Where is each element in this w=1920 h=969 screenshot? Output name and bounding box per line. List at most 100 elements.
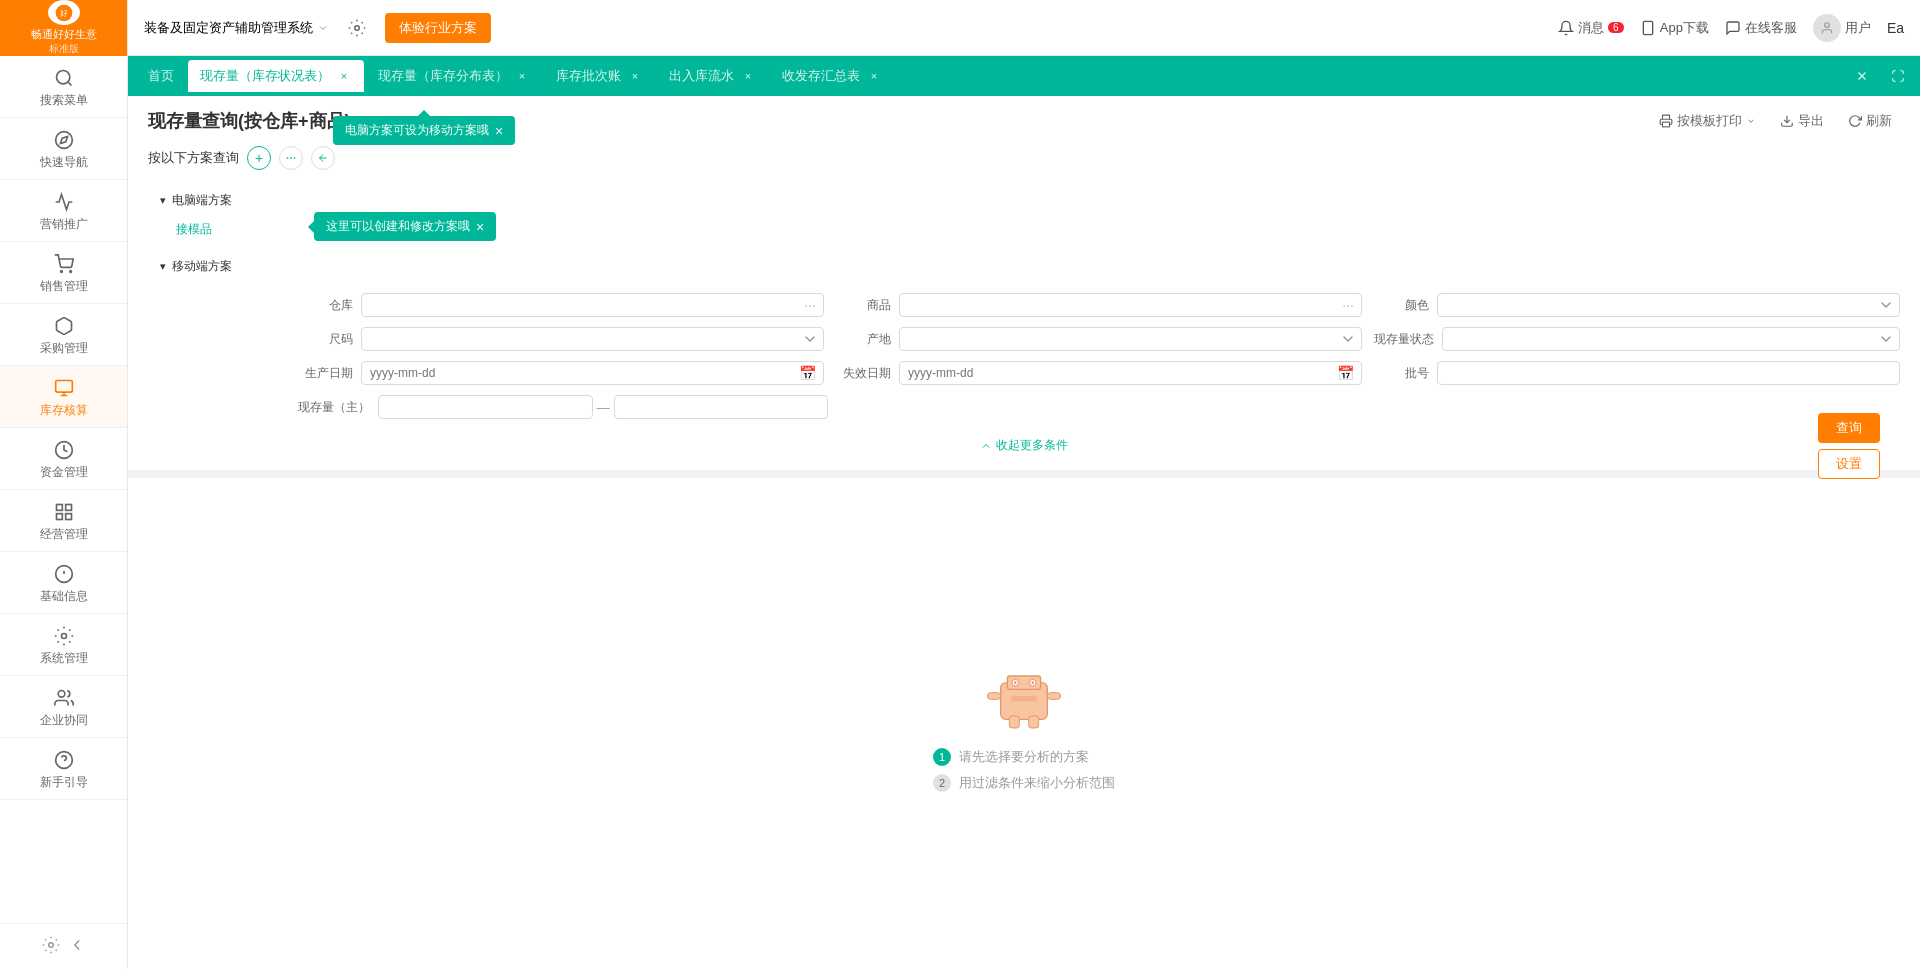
user-avatar	[1813, 14, 1841, 42]
stock-status-select[interactable]	[1442, 327, 1900, 351]
user-label: 用户	[1845, 19, 1871, 37]
svg-point-3	[55, 132, 72, 149]
scheme-back-btn[interactable]	[311, 146, 335, 170]
sidebar-bottom	[0, 923, 127, 969]
sidebar-item-sales[interactable]: 销售管理	[0, 242, 127, 304]
sidebar-item-purchase[interactable]: 采购管理	[0, 304, 127, 366]
sidebar-item-system-label: 系统管理	[40, 650, 88, 667]
search-btn[interactable]: 查询	[1818, 413, 1880, 443]
tab-inout-flow-close[interactable]: ×	[740, 68, 756, 84]
tab-inventory-distribution-close[interactable]: ×	[514, 68, 530, 84]
prod-date-start-cal-icon[interactable]: 📅	[799, 365, 816, 381]
export-label: 导出	[1798, 112, 1824, 130]
print-btn[interactable]: 按模板打印	[1651, 108, 1764, 134]
warehouse-dots-btn[interactable]: ···	[804, 297, 816, 313]
tab-inventory-status[interactable]: 现存量（库存状况表） ×	[188, 60, 364, 92]
filter-field-size: 尺码	[298, 327, 824, 351]
notification-btn[interactable]: 消息 6	[1558, 19, 1624, 37]
sidebar-item-finance[interactable]: 资金管理	[0, 428, 127, 490]
sidebar-item-quick-nav[interactable]: 快速导航	[0, 118, 127, 180]
scheme-desktop-item[interactable]: 接模品	[164, 215, 278, 244]
tab-inventory-distribution[interactable]: 现存量（库存分布表） ×	[366, 60, 542, 92]
tab-inout-flow[interactable]: 出入库流水 ×	[657, 60, 768, 92]
filter-rows: 仓库 ··· 商品 ··· 颜色	[148, 293, 1900, 419]
sidebar-item-enterprise[interactable]: 企业协同	[0, 676, 127, 738]
svg-point-4	[60, 271, 62, 273]
scheme-desktop-label: 电脑端方案	[172, 192, 232, 209]
svg-rect-21	[1643, 21, 1652, 34]
sidebar-item-basic-label: 基础信息	[40, 588, 88, 605]
tab-collection-summary-close[interactable]: ×	[866, 68, 882, 84]
expire-date-cal-icon[interactable]: 📅	[1337, 365, 1354, 381]
tab-batch-ledger[interactable]: 库存批次账 ×	[544, 60, 655, 92]
batch-input[interactable]	[1437, 361, 1900, 385]
origin-select[interactable]	[899, 327, 1362, 351]
system-title-dropdown[interactable]: 装备及固定资产辅助管理系统	[144, 19, 329, 37]
sidebar-item-search[interactable]: 搜索菜单	[0, 56, 127, 118]
tab-inventory-status-close[interactable]: ×	[336, 68, 352, 84]
online-support-btn[interactable]: 在线客服	[1725, 19, 1797, 37]
size-select[interactable]	[361, 327, 824, 351]
app-version: 标准版	[49, 42, 79, 56]
prod-date-label: 生产日期	[298, 365, 353, 382]
scheme-desktop-toggle[interactable]: ▾ 电脑端方案	[148, 186, 278, 215]
filter-label: 按以下方案查询	[148, 149, 239, 167]
add-scheme-btn[interactable]: +	[247, 146, 271, 170]
filter-section: 按以下方案查询 + 电脑方案可设为移动方案哦 ×	[128, 134, 1920, 470]
svg-rect-8	[56, 505, 62, 511]
svg-point-23	[1825, 22, 1830, 27]
tip-text-1: 请先选择要分析的方案	[959, 748, 1089, 766]
empty-tip-1: 1 请先选择要分析的方案	[933, 748, 1115, 766]
tab-close-all-btn[interactable]	[1848, 62, 1876, 90]
svg-point-36	[1031, 681, 1034, 684]
prod-date-start-input[interactable]	[361, 361, 824, 385]
reset-btn[interactable]: 设置	[1818, 449, 1880, 479]
svg-point-20	[355, 25, 360, 30]
svg-rect-26	[1663, 122, 1670, 127]
scheme-panel: ▾ 电脑端方案 接模品 ▾ 移动端方案	[148, 182, 278, 285]
tooltip2-close[interactable]: ×	[476, 220, 484, 234]
settings-icon-btn[interactable]	[341, 12, 373, 44]
sidebar-item-guide[interactable]: 新手引导	[0, 738, 127, 800]
sidebar-item-inventory[interactable]: 库存核算	[0, 366, 127, 428]
collapse-btn[interactable]: 收起更多条件	[148, 429, 1900, 458]
tab-inventory-distribution-label: 现存量（库存分布表）	[378, 67, 508, 85]
stock-qty-max-input[interactable]	[614, 395, 829, 419]
tip-num-2: 2	[933, 774, 951, 792]
sidebar-collapse-btn[interactable]	[68, 936, 86, 957]
tooltip1-close[interactable]: ×	[495, 124, 503, 138]
app-download-btn[interactable]: App下载	[1640, 19, 1709, 37]
warehouse-input-wrap: ···	[361, 293, 824, 317]
tab-home[interactable]: 首页	[136, 60, 186, 92]
empty-tips: 1 请先选择要分析的方案 2 用过滤条件来缩小分析范围	[933, 748, 1115, 792]
sidebar-settings-btn[interactable]	[42, 936, 60, 957]
color-select[interactable]	[1437, 293, 1900, 317]
edit-scheme-btn[interactable]	[279, 146, 303, 170]
goods-dots-btn[interactable]: ···	[1342, 297, 1354, 313]
warehouse-input[interactable]	[361, 293, 824, 317]
sidebar-item-operations[interactable]: 经营管理	[0, 490, 127, 552]
filter-field-origin: 产地	[836, 327, 1362, 351]
sidebar-item-marketing[interactable]: 营销推广	[0, 180, 127, 242]
color-label: 颜色	[1374, 297, 1429, 314]
tab-collection-summary[interactable]: 收发存汇总表 ×	[770, 60, 894, 92]
goods-input[interactable]	[899, 293, 1362, 317]
expire-date-label: 失效日期	[836, 365, 891, 382]
refresh-btn[interactable]: 刷新	[1840, 108, 1900, 134]
search-buttons: 查询 设置	[1818, 413, 1880, 479]
sidebar-item-basic[interactable]: 基础信息	[0, 552, 127, 614]
empty-icon	[984, 656, 1064, 736]
tab-batch-ledger-close[interactable]: ×	[627, 68, 643, 84]
prod-date-start-wrap: 📅	[361, 361, 824, 385]
expire-date-start-input[interactable]	[899, 361, 1362, 385]
export-btn[interactable]: 导出	[1772, 108, 1832, 134]
scheme-mobile-toggle[interactable]: ▾ 移动端方案	[148, 252, 278, 281]
online-support-label: 在线客服	[1745, 19, 1797, 37]
user-btn[interactable]: 用户	[1813, 14, 1871, 42]
svg-point-29	[294, 158, 295, 159]
stock-qty-min-input[interactable]	[378, 395, 593, 419]
sidebar-item-system[interactable]: 系统管理	[0, 614, 127, 676]
tab-expand-btn[interactable]	[1884, 62, 1912, 90]
origin-label: 产地	[836, 331, 891, 348]
experience-btn[interactable]: 体验行业方案	[385, 13, 491, 43]
